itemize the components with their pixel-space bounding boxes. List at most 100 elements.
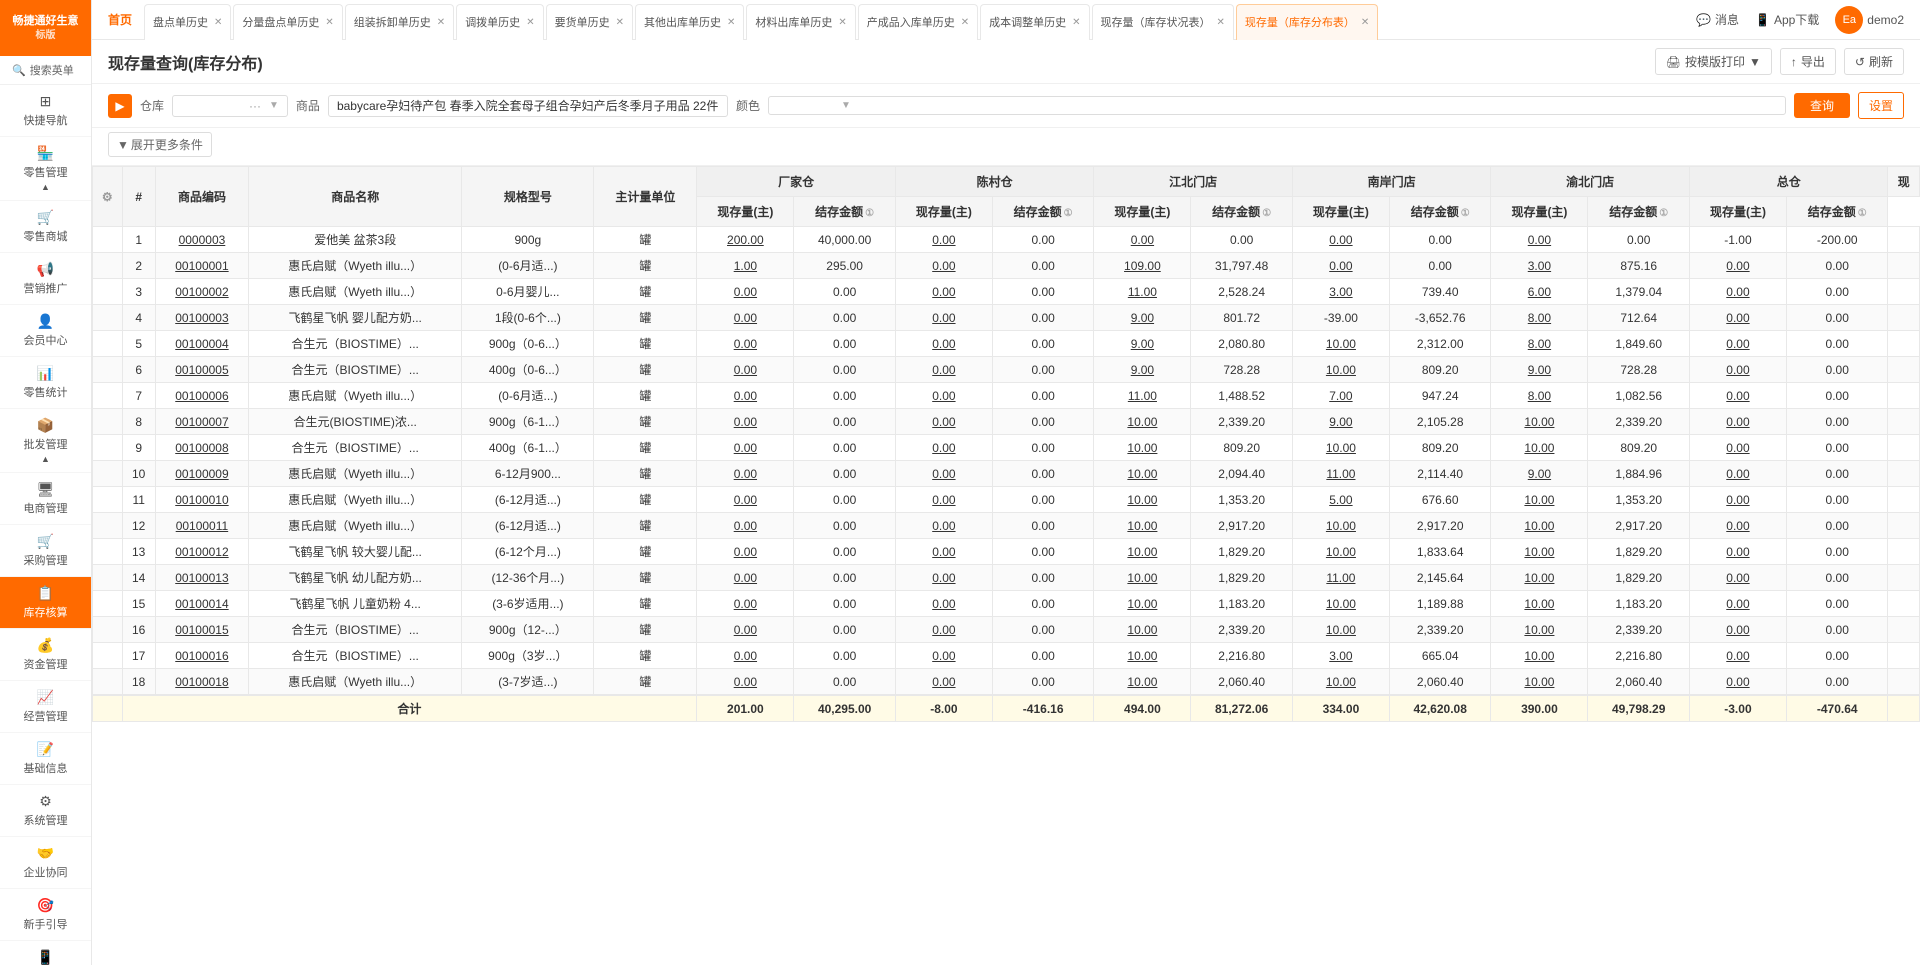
- sidebar-item-basic-info[interactable]: 📝基础信息: [0, 733, 91, 785]
- sidebar-item-purchase-mgmt[interactable]: 🛒采购管理: [0, 525, 91, 577]
- color-select[interactable]: ▼: [768, 96, 1786, 115]
- message-button[interactable]: 💬 消息: [1696, 11, 1739, 28]
- product-name-cell: 惠氏启赋（Wyeth illu...）: [249, 669, 462, 696]
- table-container: ⚙ # 商品编码 商品名称 规格型号 主计量单位 厂家仓 陈村仓 江北门店 南岸…: [92, 166, 1920, 965]
- product-name-cell: 飞鹤星飞帆 较大婴儿配...: [249, 539, 462, 565]
- tab-assembly-disassembly-history[interactable]: 组装拆卸单历史✕: [345, 4, 454, 40]
- query-button[interactable]: 查询: [1794, 93, 1850, 118]
- product-code-cell[interactable]: 00100006: [155, 383, 248, 409]
- warehouse-select[interactable]: ··· ▼: [172, 95, 288, 117]
- table-row: 9 00100008 合生元（BIOSTIME）... 400g（6-1...）…: [93, 435, 1920, 461]
- product-code-cell[interactable]: 00100003: [155, 305, 248, 331]
- refresh-button[interactable]: ↺ 刷新: [1844, 48, 1904, 75]
- product-code-cell[interactable]: 00100016: [155, 643, 248, 669]
- tab-close-icon[interactable]: ✕: [437, 17, 445, 28]
- footer-row: 合计 201.00 40,295.00 -8.00 -416.16 494.00…: [93, 695, 1920, 722]
- product-code-cell[interactable]: 00100009: [155, 461, 248, 487]
- tab-inventory-status[interactable]: 现存量（库存状况表）✕: [1092, 4, 1234, 40]
- product-code-cell[interactable]: 00100001: [155, 253, 248, 279]
- product-code-cell[interactable]: 00100018: [155, 669, 248, 696]
- tab-close-icon[interactable]: ✕: [616, 17, 624, 28]
- wh2-amt-header: 结存金额①: [992, 197, 1093, 227]
- sidebar-item-retail-mgmt[interactable]: 🏪零售管理▲: [0, 137, 91, 201]
- product-code-cell[interactable]: 00100005: [155, 357, 248, 383]
- table-row: 16 00100015 合生元（BIOSTIME）... 900g（12-...…: [93, 617, 1920, 643]
- tab-close-icon[interactable]: ✕: [1217, 17, 1225, 28]
- col-no-header: #: [122, 167, 155, 227]
- product-code-cell[interactable]: 00100013: [155, 565, 248, 591]
- app-download-button[interactable]: 📱 App下载: [1755, 11, 1819, 28]
- print-button[interactable]: 🖨 按模版打印 ▼: [1655, 48, 1772, 75]
- product-code-cell[interactable]: 00100012: [155, 539, 248, 565]
- tab-transfer-history[interactable]: 调拨单历史✕: [456, 4, 543, 40]
- tab-finished-goods-history[interactable]: 产成品入库单历史✕: [858, 4, 978, 40]
- footer-label: 合计: [122, 695, 697, 722]
- wh5-qty-header: 现存量(主): [1491, 197, 1588, 227]
- wh3-amt-header: 结存金额①: [1191, 197, 1292, 227]
- setting-button[interactable]: 设置: [1858, 92, 1904, 119]
- tab-close-icon[interactable]: ✕: [838, 17, 846, 28]
- sidebar-item-system-mgmt[interactable]: ⚙系统管理: [0, 785, 91, 837]
- table-row: 11 00100010 惠氏启赋（Wyeth illu...） (6-12月适.…: [93, 487, 1920, 513]
- product-name-cell: 合生元（BIOSTIME）...: [249, 617, 462, 643]
- tab-close-icon[interactable]: ✕: [1072, 17, 1080, 28]
- tab-category-stock-history[interactable]: 分量盘点单历史✕: [233, 4, 342, 40]
- avatar: Ea: [1835, 6, 1863, 34]
- sidebar-item-wholesale-mgmt[interactable]: 📦批发管理▲: [0, 409, 91, 473]
- filter-toggle-button[interactable]: ▶: [108, 94, 132, 118]
- product-code-cell[interactable]: 00100007: [155, 409, 248, 435]
- sidebar-nav: ⊞快捷导航🏪零售管理▲🛒零售商城📢营销推广👤会员中心📊零售统计📦批发管理▲🖥电商…: [0, 85, 91, 965]
- tab-close-icon[interactable]: ✕: [961, 17, 969, 28]
- product-code-cell[interactable]: 00100002: [155, 279, 248, 305]
- sidebar-item-operations-mgmt[interactable]: 📈经营管理: [0, 681, 91, 733]
- tab-stock-single-history[interactable]: 盘点单历史✕: [144, 4, 231, 40]
- sidebar-item-new-guide[interactable]: 🎯新手引导: [0, 889, 91, 941]
- product-input[interactable]: [328, 95, 728, 117]
- expand-conditions-button[interactable]: ▼ 展开更多条件: [108, 132, 212, 157]
- sidebar-item-app-center[interactable]: 📱应用中心: [0, 941, 91, 965]
- sidebar-item-marketing[interactable]: 📢营销推广: [0, 253, 91, 305]
- sidebar-item-inventory-check[interactable]: 📋库存核算: [0, 577, 91, 629]
- export-button[interactable]: ↑ 导出: [1780, 48, 1836, 75]
- tab-close-icon[interactable]: ✕: [325, 17, 333, 28]
- product-label: 商品: [296, 97, 320, 114]
- home-tab[interactable]: 首页: [96, 0, 144, 40]
- tab-close-icon[interactable]: ✕: [727, 17, 735, 28]
- nav-icon: 🛒: [37, 209, 54, 226]
- tab-close-icon[interactable]: ✕: [214, 17, 222, 28]
- sidebar-item-retail-stats[interactable]: 📊零售统计: [0, 357, 91, 409]
- wh5-amt-header: 结存金额①: [1588, 197, 1689, 227]
- sidebar-item-finance-mgmt[interactable]: 💰资金管理: [0, 629, 91, 681]
- inventory-table: ⚙ # 商品编码 商品名称 规格型号 主计量单位 厂家仓 陈村仓 江北门店 南岸…: [92, 166, 1920, 722]
- product-code-cell[interactable]: 00100011: [155, 513, 248, 539]
- message-icon: 💬: [1696, 13, 1711, 27]
- download-icon: 📱: [1755, 13, 1770, 27]
- tab-material-outbound-history[interactable]: 材料出库单历史✕: [746, 4, 855, 40]
- sidebar-item-enterprise-collab[interactable]: 🤝企业协同: [0, 837, 91, 889]
- table-row: 14 00100013 飞鹤星飞帆 幼儿配方奶... (12-36个月...) …: [93, 565, 1920, 591]
- main-wrapper: 首页 盘点单历史✕分量盘点单历史✕组装拆卸单历史✕调拨单历史✕要货单历史✕其他出…: [92, 0, 1920, 965]
- nav-icon: 📊: [37, 365, 54, 382]
- col-settings-header[interactable]: ⚙: [93, 167, 123, 227]
- product-code-cell[interactable]: 00100014: [155, 591, 248, 617]
- tab-inventory-distribution[interactable]: 现存量（库存分布表）✕: [1236, 4, 1378, 40]
- nav-icon: 🎯: [37, 897, 54, 914]
- sidebar-search[interactable]: 🔍 搜索英单: [0, 56, 91, 85]
- product-name-cell: 合生元（BIOSTIME）...: [249, 435, 462, 461]
- product-code-cell[interactable]: 00100015: [155, 617, 248, 643]
- sidebar-item-ecommerce-mgmt[interactable]: 🖥电商管理: [0, 473, 91, 525]
- tab-close-icon[interactable]: ✕: [526, 17, 534, 28]
- table-row: 3 00100002 惠氏启赋（Wyeth illu...） 0-6月婴儿...…: [93, 279, 1920, 305]
- tab-close-icon[interactable]: ✕: [1361, 17, 1369, 28]
- product-code-cell[interactable]: 00100010: [155, 487, 248, 513]
- product-code-cell[interactable]: 00100004: [155, 331, 248, 357]
- tab-cost-adjustment-history[interactable]: 成本调整单历史✕: [980, 4, 1089, 40]
- product-code-cell[interactable]: 0000003: [155, 227, 248, 253]
- sidebar-item-member-center[interactable]: 👤会员中心: [0, 305, 91, 357]
- tab-other-outbound-history[interactable]: 其他出库单历史✕: [635, 4, 744, 40]
- sidebar-item-retail-mall[interactable]: 🛒零售商城: [0, 201, 91, 253]
- user-profile[interactable]: Ea demo2: [1835, 6, 1904, 34]
- tab-requisition-history[interactable]: 要货单历史✕: [546, 4, 633, 40]
- product-code-cell[interactable]: 00100008: [155, 435, 248, 461]
- sidebar-item-quick-nav[interactable]: ⊞快捷导航: [0, 85, 91, 137]
